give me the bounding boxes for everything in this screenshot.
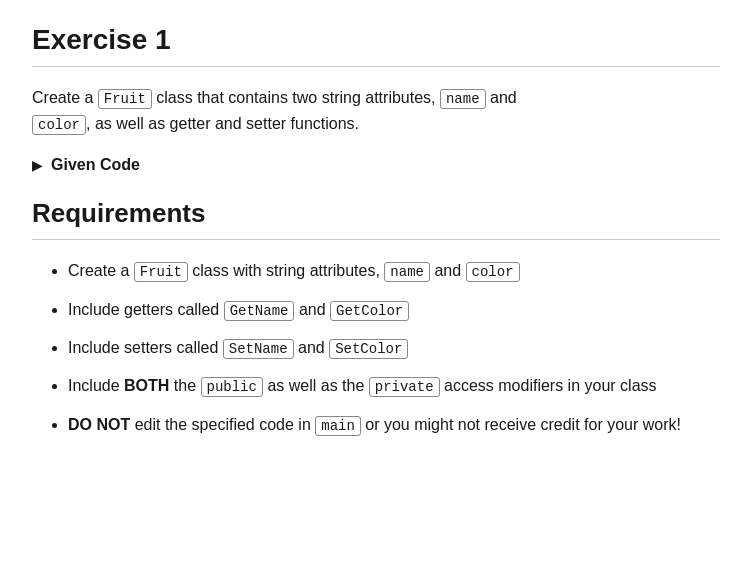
req5-text1: edit the specified code in	[130, 416, 315, 433]
req1-text-and: and	[430, 262, 466, 279]
req4-text1: Include	[68, 377, 124, 394]
req3-code-setname: SetName	[223, 339, 294, 359]
collapse-arrow-icon: ▶	[32, 157, 43, 173]
req1-text1: Create a	[68, 262, 134, 279]
req1-text2: class with string attributes,	[188, 262, 385, 279]
desc-code-fruit: Fruit	[98, 89, 152, 109]
given-code-label: Given Code	[51, 156, 140, 174]
title-divider	[32, 66, 720, 67]
list-item: DO NOT edit the specified code in main o…	[68, 412, 720, 438]
req2-text-and: and	[294, 301, 330, 318]
requirements-list: Create a Fruit class with string attribu…	[32, 258, 720, 438]
list-item: Include BOTH the public as well as the p…	[68, 373, 720, 399]
req3-text-and: and	[294, 339, 330, 356]
req1-code-name: name	[384, 262, 430, 282]
req4-text2: the	[169, 377, 200, 394]
requirements-divider	[32, 239, 720, 240]
req5-bold-donot: DO NOT	[68, 416, 130, 433]
req3-code-setcolor: SetColor	[329, 339, 408, 359]
req2-code-getcolor: GetColor	[330, 301, 409, 321]
list-item: Create a Fruit class with string attribu…	[68, 258, 720, 284]
list-item: Include getters called GetName and GetCo…	[68, 297, 720, 323]
exercise-title: Exercise 1	[32, 24, 720, 56]
req2-text1: Include getters called	[68, 301, 224, 318]
req4-code-private: private	[369, 377, 440, 397]
req4-bold-both: BOTH	[124, 377, 169, 394]
req4-text4: access modifiers in your class	[440, 377, 657, 394]
desc-text-1: Create a	[32, 89, 98, 106]
given-code-section[interactable]: ▶ Given Code	[32, 156, 720, 174]
req5-text2: or you might not receive credit for your…	[361, 416, 681, 433]
req1-code-color: color	[466, 262, 520, 282]
desc-code-name: name	[440, 89, 486, 109]
req2-code-getname: GetName	[224, 301, 295, 321]
requirements-title: Requirements	[32, 198, 720, 229]
req5-code-main: main	[315, 416, 361, 436]
req4-text3: as well as the	[263, 377, 369, 394]
desc-text-and: and	[486, 89, 517, 106]
desc-text-3: , as well as getter and setter functions…	[86, 115, 359, 132]
desc-code-color: color	[32, 115, 86, 135]
req3-text1: Include setters called	[68, 339, 223, 356]
exercise-description: Create a Fruit class that contains two s…	[32, 85, 720, 136]
req1-code-fruit: Fruit	[134, 262, 188, 282]
desc-text-2: class that contains two string attribute…	[152, 89, 440, 106]
list-item: Include setters called SetName and SetCo…	[68, 335, 720, 361]
req4-code-public: public	[201, 377, 263, 397]
